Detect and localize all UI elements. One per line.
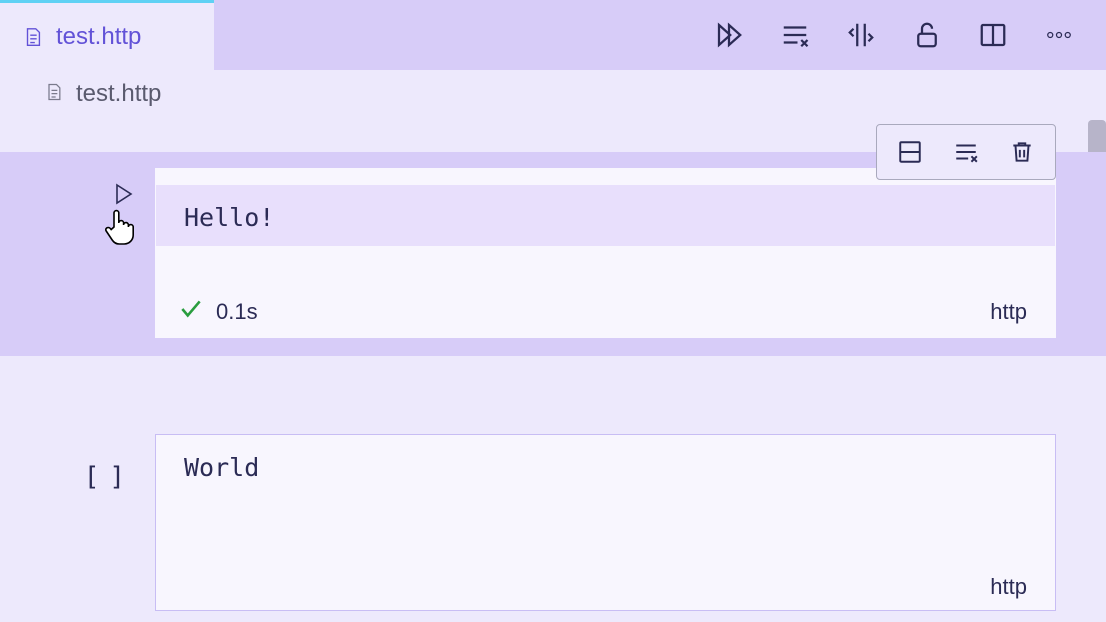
cell-gutter: [] [0, 434, 155, 611]
tab-label: test.http [56, 23, 141, 51]
lock-icon[interactable] [910, 18, 944, 52]
execution-count-icon: [] [84, 462, 135, 492]
check-icon [178, 296, 204, 327]
trash-icon[interactable] [1007, 137, 1037, 167]
cell-code[interactable]: World [156, 435, 1055, 496]
status-kernel[interactable]: http [990, 574, 1027, 600]
breadcrumb-label[interactable]: test.http [76, 80, 161, 108]
notebook-cell[interactable]: Hello! 0.1s http [0, 152, 1106, 356]
file-tab[interactable]: test.http [0, 0, 214, 70]
run-icon[interactable] [111, 180, 135, 213]
tabbar-actions [712, 0, 1106, 70]
cell-toolbar [876, 124, 1056, 180]
clear-all-outputs-icon[interactable] [778, 18, 812, 52]
cell-status: 0.1s http [156, 286, 1055, 337]
cell-status: http [156, 564, 1055, 610]
breadcrumb: test.http [0, 70, 1106, 118]
file-text-icon [22, 26, 44, 48]
cell-body: Hello! 0.1s http [155, 168, 1056, 338]
split-right-icon[interactable] [976, 18, 1010, 52]
cell-code[interactable]: Hello! [156, 185, 1055, 246]
file-text-icon [44, 82, 64, 107]
clear-output-icon[interactable] [951, 137, 981, 167]
tab-bar: test.http [0, 0, 1106, 70]
notebook-cell[interactable]: [] World http [0, 434, 1106, 611]
cell-gutter [0, 152, 155, 356]
cell-body: World http [155, 434, 1056, 611]
status-kernel[interactable]: http [990, 299, 1027, 325]
more-icon[interactable] [1042, 18, 1076, 52]
status-time: 0.1s [216, 299, 258, 325]
split-cell-icon[interactable] [895, 137, 925, 167]
run-all-icon[interactable] [712, 18, 746, 52]
compare-icon[interactable] [844, 18, 878, 52]
